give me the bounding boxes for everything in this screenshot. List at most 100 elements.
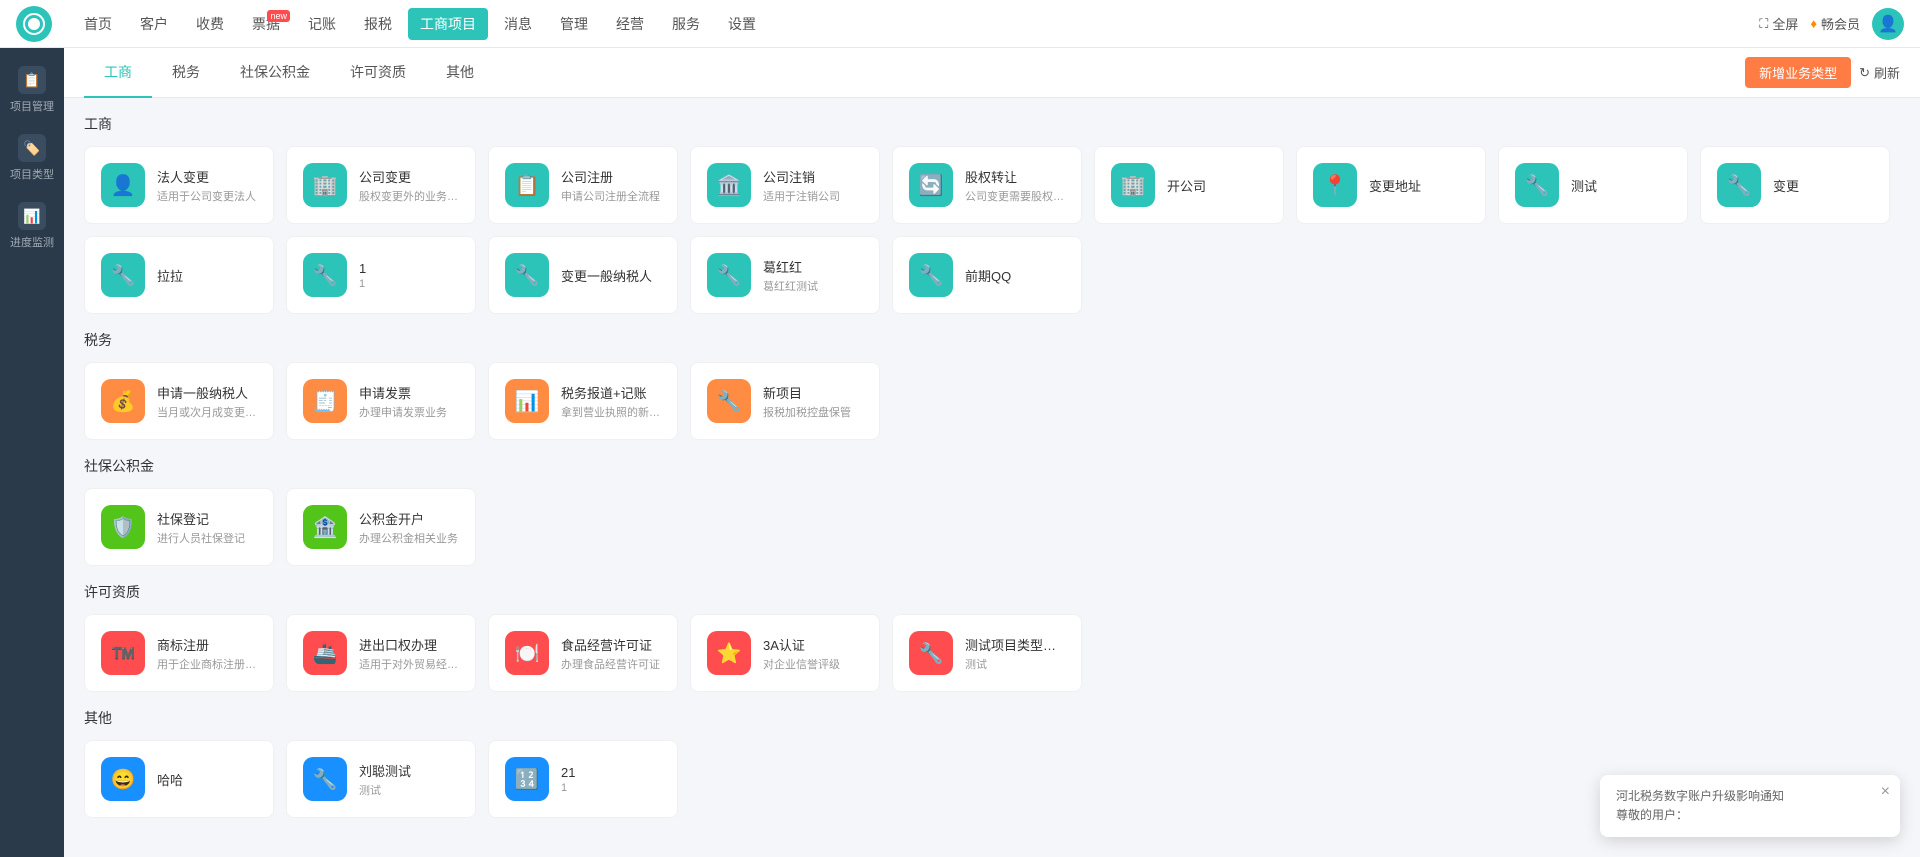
sub-nav-tab-税务[interactable]: 税务 (152, 48, 220, 98)
card-icon: ⭐ (707, 631, 751, 675)
nav-item-票据[interactable]: 票据new (240, 8, 292, 40)
card-社保登记[interactable]: 🛡️社保登记进行人员社保登记 (84, 488, 274, 566)
card-desc: 申请公司注册全流程 (561, 188, 661, 204)
card-刘聪测试[interactable]: 🔧刘聪测试测试 (286, 740, 476, 818)
sub-nav-tab-其他[interactable]: 其他 (426, 48, 494, 98)
card-desc: 当月或次月成变更完成 (157, 404, 257, 420)
card-info: 211 (561, 765, 661, 794)
fullscreen-btn[interactable]: ⛶ 全屏 (1759, 14, 1798, 33)
card-desc: 1 (359, 278, 459, 290)
sub-nav-tab-社保公积金[interactable]: 社保公积金 (220, 48, 330, 98)
notification-close-btn[interactable]: × (1881, 783, 1890, 801)
card-icon: 🔧 (303, 757, 347, 801)
card-name: 法人变更 (157, 167, 257, 186)
nav-item-客户[interactable]: 客户 (128, 8, 180, 40)
card-变更地址[interactable]: 📍 变更地址 (1296, 146, 1486, 224)
card-info: 变更地址 (1369, 176, 1469, 195)
notification-line2: 尊敬的用户： (1616, 806, 1884, 825)
nav-item-记账[interactable]: 记账 (296, 8, 348, 40)
cards-grid-xuke: ™️商标注册用于企业商标注册服务🚢进出口权办理适用于对外贸易经营者🍽️食品经营许… (84, 614, 1900, 692)
card-21[interactable]: 🔢211 (488, 740, 678, 818)
card-icon: 🏛️ (707, 163, 751, 207)
app-logo[interactable] (16, 6, 52, 42)
user-avatar[interactable]: 👤 (1872, 8, 1904, 40)
card-icon: 🔄 (909, 163, 953, 207)
member-icon: ♦ (1810, 16, 1817, 31)
nav-item-设置[interactable]: 设置 (716, 8, 768, 40)
card-申请发票[interactable]: 🧾申请发票办理申请发票业务 (286, 362, 476, 440)
card-info: 公司变更股权变更外的业务变更 (359, 167, 459, 204)
card-desc: 用于企业商标注册服务 (157, 656, 257, 672)
sub-nav-tab-工商[interactable]: 工商 (84, 48, 152, 98)
nav-item-首页[interactable]: 首页 (72, 8, 124, 40)
card-info: 股权转让公司变更需要股权转让 (965, 167, 1065, 204)
nav-item-经营[interactable]: 经营 (604, 8, 656, 40)
card-税务报道+记账[interactable]: 📊税务报道+记账拿到营业执照的新公司 (488, 362, 678, 440)
card-进出口权办理[interactable]: 🚢进出口权办理适用于对外贸易经营者 (286, 614, 476, 692)
card-新项目[interactable]: 🔧新项目报税加税控盘保管 (690, 362, 880, 440)
card-变更一般纳税人[interactable]: 🔧变更一般纳税人 (488, 236, 678, 314)
nav-item-工商项目[interactable]: 工商项目 (408, 8, 488, 40)
fullscreen-label: 全屏 (1772, 14, 1798, 33)
card-公司注销[interactable]: 🏛️公司注销适用于注销公司 (690, 146, 880, 224)
card-前期QQ[interactable]: 🔧前期QQ (892, 236, 1082, 314)
card-食品经营许可证[interactable]: 🍽️食品经营许可证办理食品经营许可证 (488, 614, 678, 692)
card-公司注册[interactable]: 📋公司注册申请公司注册全流程 (488, 146, 678, 224)
card-申请一般纳税人[interactable]: 💰申请一般纳税人当月或次月成变更完成 (84, 362, 274, 440)
sidebar-label: 项目管理 (10, 98, 54, 114)
sidebar-item-项目类型[interactable]: 🏷️ 项目类型 (0, 124, 64, 192)
nav-item-管理[interactable]: 管理 (548, 8, 600, 40)
card-name: 商标注册 (157, 635, 257, 654)
nav-item-服务[interactable]: 服务 (660, 8, 712, 40)
card-商标注册[interactable]: ™️商标注册用于企业商标注册服务 (84, 614, 274, 692)
card-info: 葛红红葛红红测试 (763, 257, 863, 294)
card-desc: 办理食品经营许可证 (561, 656, 661, 672)
card-公积金开户[interactable]: 🏦公积金开户办理公积金相关业务 (286, 488, 476, 566)
card-icon: 🔧 (1717, 163, 1761, 207)
card-1[interactable]: 🔧11 (286, 236, 476, 314)
card-股权转让[interactable]: 🔄 股权转让公司变更需要股权转让 (892, 146, 1082, 224)
sidebar-label: 项目类型 (10, 166, 54, 182)
card-开公司[interactable]: 🏢开公司 (1094, 146, 1284, 224)
card-name: 变更 (1773, 176, 1873, 195)
card-葛红红[interactable]: 🔧葛红红葛红红测试 (690, 236, 880, 314)
card-desc: 适用于公司变更法人 (157, 188, 257, 204)
new-type-button[interactable]: 新增业务类型 (1745, 57, 1851, 88)
card-name: 拉拉 (157, 266, 257, 285)
sub-nav-actions: 新增业务类型 ↻ 刷新 (1745, 57, 1900, 88)
cards-grid-shuiwu: 💰申请一般纳税人当月或次月成变更完成🧾申请发票办理申请发票业务📊税务报道+记账拿… (84, 362, 1900, 440)
card-公司变更[interactable]: 🏢公司变更股权变更外的业务变更 (286, 146, 476, 224)
card-哈哈[interactable]: 😄哈哈 (84, 740, 274, 818)
sub-navigation: 工商税务社保公积金许可资质其他 新增业务类型 ↻ 刷新 (64, 48, 1920, 98)
nav-item-消息[interactable]: 消息 (492, 8, 544, 40)
card-法人变更[interactable]: 👤法人变更适用于公司变更法人 (84, 146, 274, 224)
card-info: 变更 (1773, 176, 1873, 195)
card-icon: 📍 (1313, 163, 1357, 207)
card-测试项目类型目定义[interactable]: 🔧测试项目类型目定义测试 (892, 614, 1082, 692)
nav-item-收费[interactable]: 收费 (184, 8, 236, 40)
card-icon: 🔧 (707, 379, 751, 423)
card-变更[interactable]: 🔧 变更 (1700, 146, 1890, 224)
sub-nav-tab-许可资质[interactable]: 许可资质 (330, 48, 426, 98)
card-desc: 进行人员社保登记 (157, 530, 257, 546)
card-info: 食品经营许可证办理食品经营许可证 (561, 635, 661, 672)
cards-grid-shebao: 🛡️社保登记进行人员社保登记🏦公积金开户办理公积金相关业务 (84, 488, 1900, 566)
sidebar-icon: 🏷️ (18, 134, 46, 162)
nav-item-报税[interactable]: 报税 (352, 8, 404, 40)
card-name: 3A认证 (763, 635, 863, 654)
sidebar-item-项目管理[interactable]: 📋项目管理 (0, 56, 64, 124)
sidebar-item-进度监测[interactable]: 📊进度监测 (0, 192, 64, 260)
card-name: 21 (561, 765, 661, 780)
refresh-button[interactable]: ↻ 刷新 (1859, 63, 1900, 82)
card-name: 食品经营许可证 (561, 635, 661, 654)
card-3A认证[interactable]: ⭐3A认证对企业信誉评级 (690, 614, 880, 692)
card-拉拉[interactable]: 🔧拉拉 (84, 236, 274, 314)
card-info: 税务报道+记账拿到营业执照的新公司 (561, 383, 661, 420)
section-title-qita: 其他 (84, 708, 1900, 728)
section-gongshanng: 工商👤法人变更适用于公司变更法人🏢公司变更股权变更外的业务变更📋公司注册申请公司… (84, 114, 1900, 314)
card-测试[interactable]: 🔧测试 (1498, 146, 1688, 224)
card-name: 测试项目类型目定义 (965, 635, 1065, 654)
member-btn[interactable]: ♦ 畅会员 (1810, 14, 1860, 33)
card-name: 进出口权办理 (359, 635, 459, 654)
sidebar-label: 进度监测 (10, 234, 54, 250)
